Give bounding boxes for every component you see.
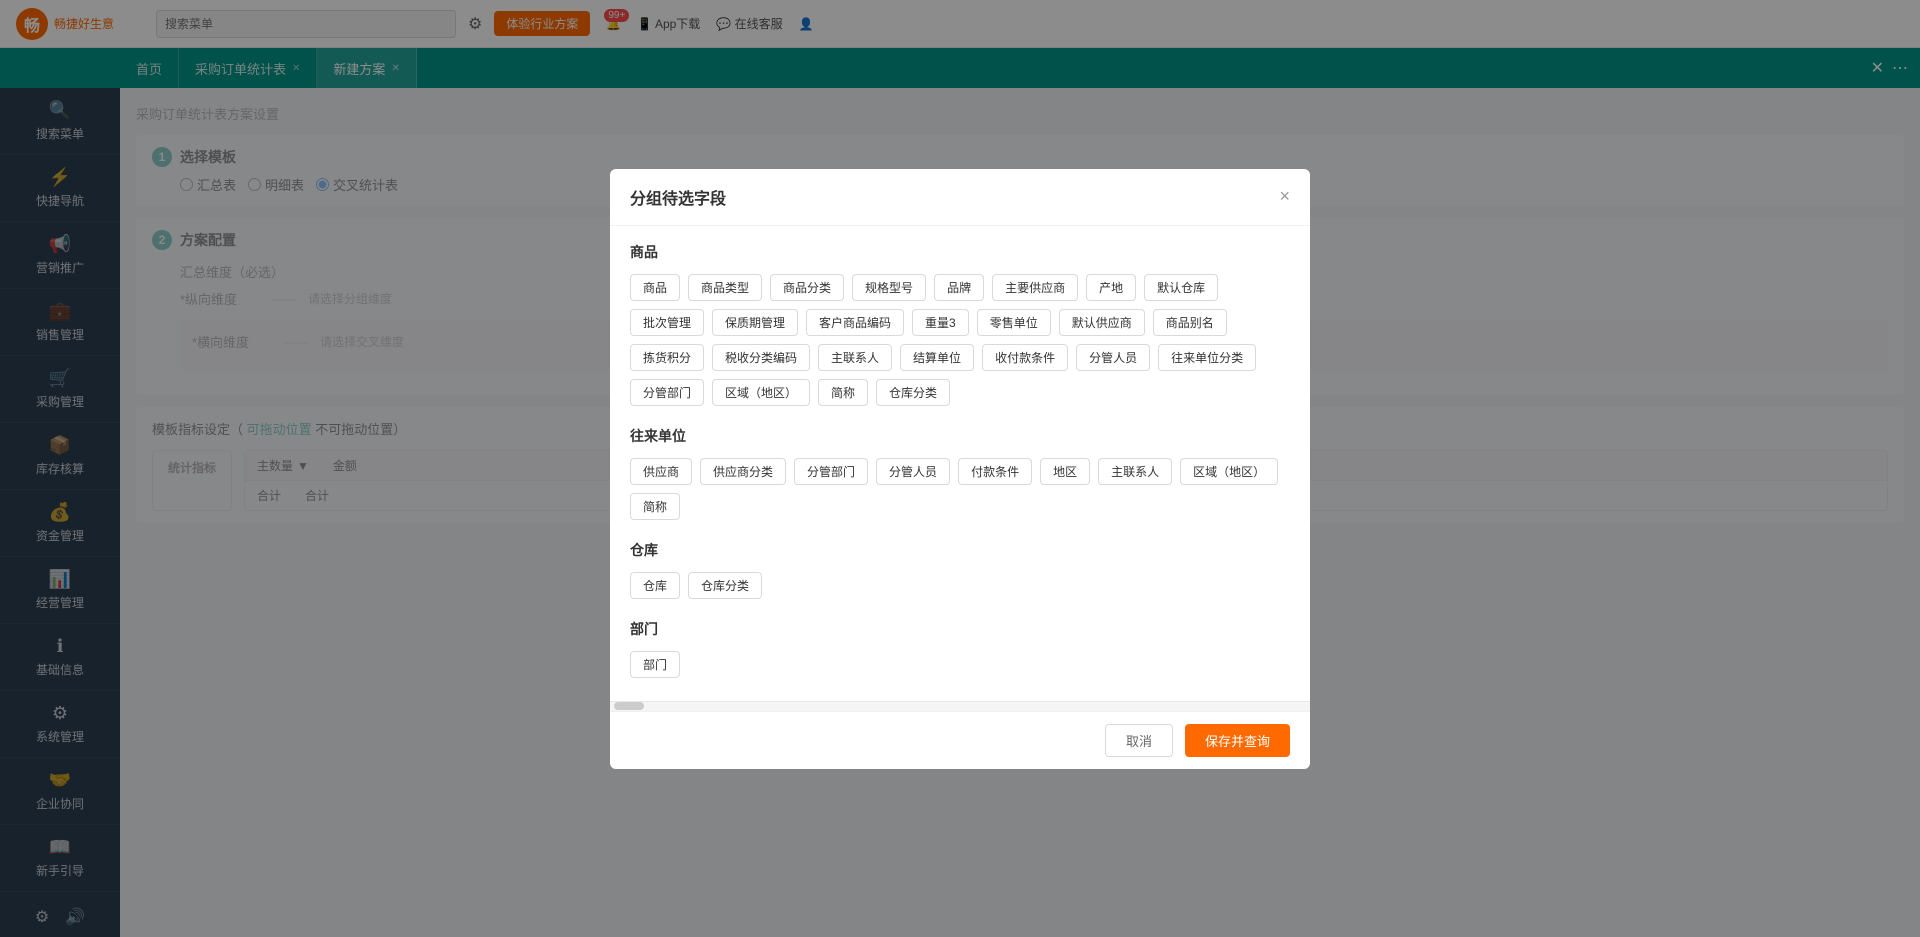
field-tag[interactable]: 客户商品编码 — [806, 309, 904, 336]
modal-close-button[interactable]: × — [1279, 186, 1290, 207]
field-tag[interactable]: 商品类型 — [688, 274, 762, 301]
field-tag[interactable]: 供应商 — [630, 458, 692, 485]
modal-overlay: 分组待选字段 × 商品 商品 商品类型 商品分类 规格型号 品牌 主要供应商 产… — [0, 0, 1920, 937]
hscroll-thumb[interactable] — [614, 702, 644, 710]
field-tag[interactable]: 区域（地区） — [1180, 458, 1278, 485]
modal-body: 商品 商品 商品类型 商品分类 规格型号 品牌 主要供应商 产地 默认仓库 批次… — [610, 226, 1310, 701]
modal-hscroll[interactable] — [610, 701, 1310, 711]
field-section-partner: 往来单位 供应商 供应商分类 分管部门 分管人员 付款条件 地区 主联系人 区域… — [630, 426, 1290, 520]
field-tag[interactable]: 仓库分类 — [876, 379, 950, 406]
field-tag[interactable]: 往来单位分类 — [1158, 344, 1256, 371]
dept-section-title: 部门 — [630, 619, 1290, 639]
field-tag[interactable]: 分管部门 — [794, 458, 868, 485]
field-tag[interactable]: 供应商分类 — [700, 458, 786, 485]
field-tag[interactable]: 主联系人 — [818, 344, 892, 371]
field-tag[interactable]: 商品 — [630, 274, 680, 301]
field-tag[interactable]: 保质期管理 — [712, 309, 798, 336]
field-section-dept: 部门 部门 — [630, 619, 1290, 678]
field-section-goods: 商品 商品 商品类型 商品分类 规格型号 品牌 主要供应商 产地 默认仓库 批次… — [630, 242, 1290, 406]
modal-cancel-button[interactable]: 取消 — [1105, 724, 1173, 757]
field-tag[interactable]: 收付款条件 — [982, 344, 1068, 371]
goods-section-title: 商品 — [630, 242, 1290, 262]
field-tag[interactable]: 税收分类编码 — [712, 344, 810, 371]
partner-section-title: 往来单位 — [630, 426, 1290, 446]
field-tag[interactable]: 拣货积分 — [630, 344, 704, 371]
field-tag[interactable]: 商品分类 — [770, 274, 844, 301]
partner-field-tags: 供应商 供应商分类 分管部门 分管人员 付款条件 地区 主联系人 区域（地区） … — [630, 458, 1290, 520]
field-tag[interactable]: 默认仓库 — [1144, 274, 1218, 301]
modal-footer: 取消 保存并查询 — [610, 711, 1310, 769]
field-tag[interactable]: 商品别名 — [1153, 309, 1227, 336]
warehouse-section-title: 仓库 — [630, 540, 1290, 560]
field-tag[interactable]: 结算单位 — [900, 344, 974, 371]
field-tag[interactable]: 产地 — [1086, 274, 1136, 301]
field-tag[interactable]: 分管人员 — [1076, 344, 1150, 371]
field-tag[interactable]: 默认供应商 — [1059, 309, 1145, 336]
field-tag[interactable]: 重量3 — [912, 309, 969, 336]
field-tag[interactable]: 仓库 — [630, 572, 680, 599]
field-tag[interactable]: 付款条件 — [958, 458, 1032, 485]
field-tag[interactable]: 分管部门 — [630, 379, 704, 406]
field-tag[interactable]: 规格型号 — [852, 274, 926, 301]
modal-title: 分组待选字段 — [630, 185, 726, 209]
field-tag[interactable]: 品牌 — [934, 274, 984, 301]
warehouse-field-tags: 仓库 仓库分类 — [630, 572, 1290, 599]
field-tag[interactable]: 部门 — [630, 651, 680, 678]
modal-confirm-button[interactable]: 保存并查询 — [1185, 724, 1290, 757]
field-section-warehouse: 仓库 仓库 仓库分类 — [630, 540, 1290, 599]
field-tag[interactable]: 零售单位 — [977, 309, 1051, 336]
field-tag[interactable]: 区域（地区） — [712, 379, 810, 406]
field-tag[interactable]: 分管人员 — [876, 458, 950, 485]
goods-field-tags: 商品 商品类型 商品分类 规格型号 品牌 主要供应商 产地 默认仓库 批次管理 … — [630, 274, 1290, 406]
field-tag[interactable]: 简称 — [630, 493, 680, 520]
field-tag[interactable]: 地区 — [1040, 458, 1090, 485]
modal-header: 分组待选字段 × — [610, 169, 1310, 226]
field-tag[interactable]: 仓库分类 — [688, 572, 762, 599]
field-tag[interactable]: 简称 — [818, 379, 868, 406]
field-tag[interactable]: 主要供应商 — [992, 274, 1078, 301]
field-tag[interactable]: 批次管理 — [630, 309, 704, 336]
modal-dialog: 分组待选字段 × 商品 商品 商品类型 商品分类 规格型号 品牌 主要供应商 产… — [610, 169, 1310, 769]
field-tag[interactable]: 主联系人 — [1098, 458, 1172, 485]
dept-field-tags: 部门 — [630, 651, 1290, 678]
